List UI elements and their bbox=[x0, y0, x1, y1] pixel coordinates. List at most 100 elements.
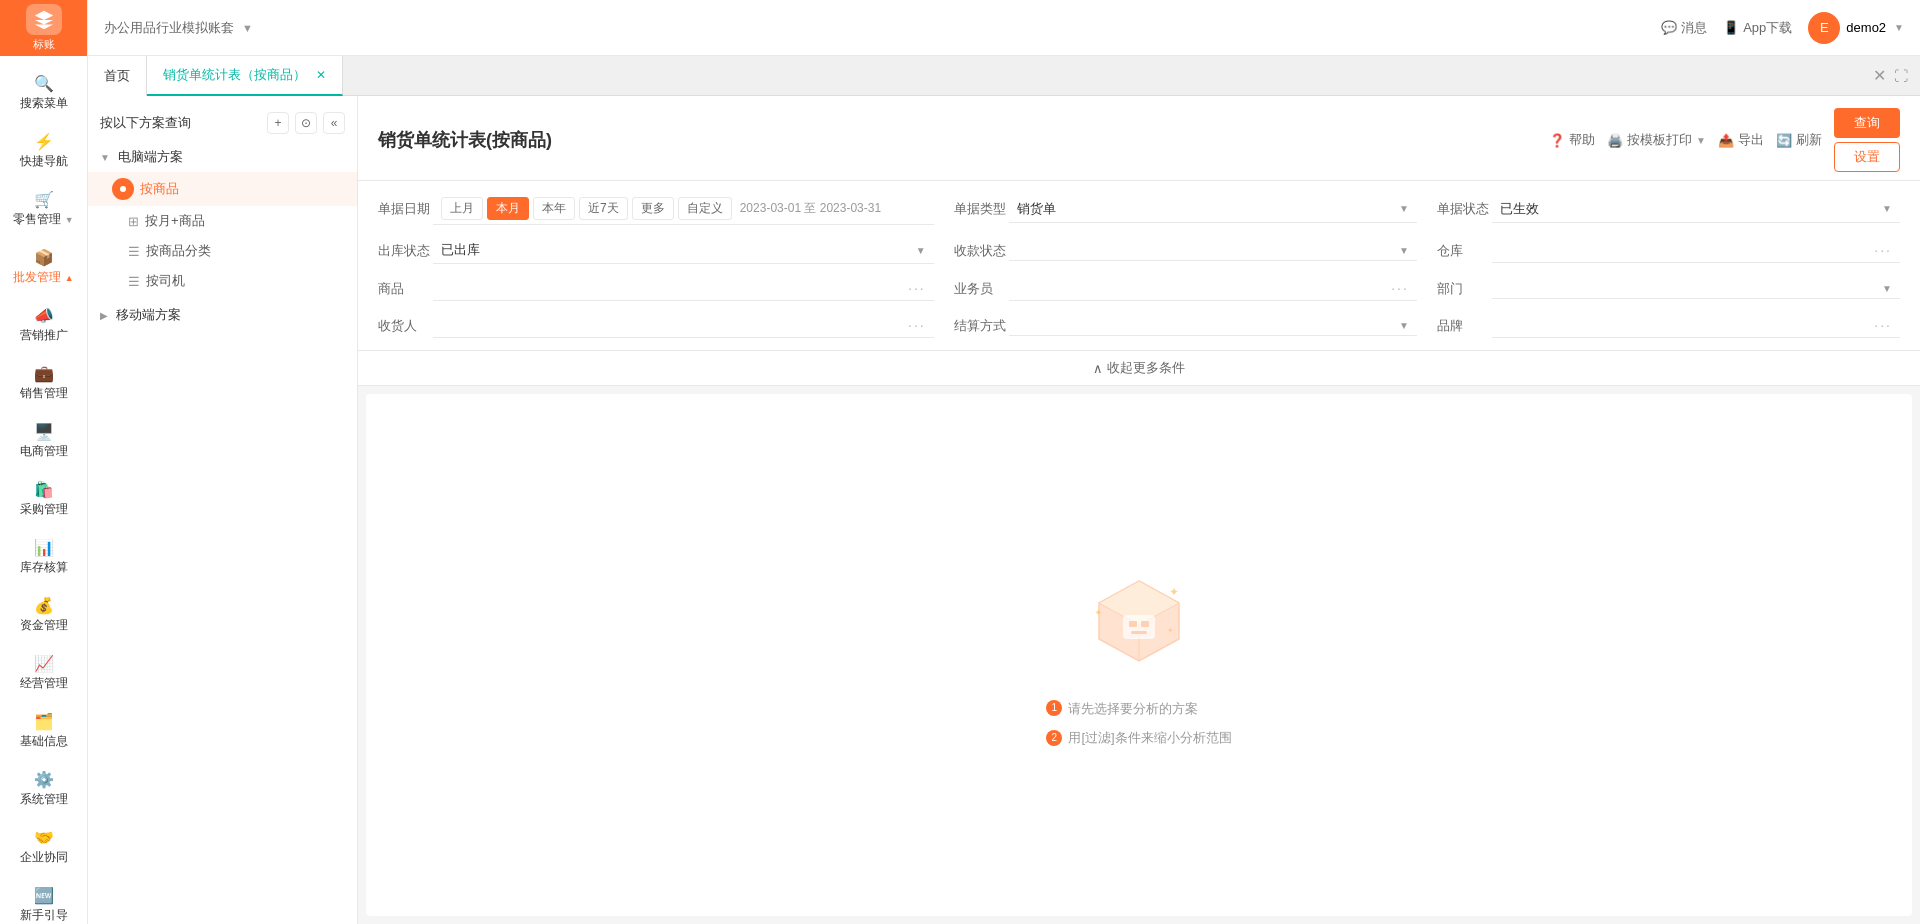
tree-item-by-month-product[interactable]: ⊞ 按月+商品 bbox=[88, 206, 357, 236]
filter-settlement: 结算方式 ▼ bbox=[954, 316, 1417, 336]
sidebar-item-operations[interactable]: 📈 经营管理 bbox=[4, 646, 84, 700]
logo-text: 标账 bbox=[33, 37, 55, 52]
stock-out-value[interactable]: 已出库 ▼ bbox=[433, 237, 934, 264]
receipt-label: 收款状态 bbox=[954, 242, 1009, 260]
brand-value[interactable]: ··· bbox=[1492, 313, 1900, 338]
product-value[interactable]: ··· bbox=[433, 276, 934, 301]
settings-button[interactable]: 设置 bbox=[1834, 142, 1900, 172]
dept-value[interactable]: ▼ bbox=[1492, 279, 1900, 299]
tab-expand-btn[interactable]: ⛶ bbox=[1894, 68, 1908, 84]
receiver-value[interactable]: ··· bbox=[433, 313, 934, 338]
tab-home[interactable]: 首页 bbox=[88, 56, 147, 96]
date-custom-btn[interactable]: 自定义 bbox=[678, 197, 732, 220]
sidebar-item-wholesale[interactable]: 📦 批发管理 ▲ bbox=[4, 240, 84, 294]
sidebar-item-marketing[interactable]: 📣 营销推广 bbox=[4, 298, 84, 352]
sidebar-item-system[interactable]: ⚙️ 系统管理 bbox=[4, 762, 84, 816]
sidebar-item-finance[interactable]: 💰 资金管理 bbox=[4, 588, 84, 642]
tree-item-by-category[interactable]: ☰ 按商品分类 bbox=[88, 236, 357, 266]
refresh-icon: 🔄 bbox=[1776, 133, 1792, 148]
empty-state: ✦ ✦ ✦ 1 请先选择要分析的方案 2 用[过滤]条件来缩小分析范围 bbox=[366, 394, 1912, 916]
empty-tips: 1 请先选择要分析的方案 2 用[过滤]条件来缩小分析范围 bbox=[1046, 697, 1231, 750]
date-this-month-btn[interactable]: 本月 bbox=[487, 197, 529, 220]
tab-close-window-btn[interactable]: ✕ bbox=[1873, 66, 1886, 85]
logo: 标账 bbox=[0, 0, 87, 56]
sidebar-item-retail[interactable]: 🛒 零售管理 ▼ bbox=[4, 182, 84, 236]
receipt-value[interactable]: ▼ bbox=[1009, 241, 1417, 261]
sidebar-item-sales[interactable]: 💼 销售管理 bbox=[4, 356, 84, 410]
message-icon: 💬 bbox=[1661, 20, 1677, 35]
print-dropdown-icon: ▼ bbox=[1696, 135, 1706, 146]
date-last-month-btn[interactable]: 上月 bbox=[441, 197, 483, 220]
filter-row-4: 收货人 ··· 结算方式 ▼ bbox=[378, 313, 1900, 338]
tab-controls: ✕ ⛶ bbox=[1861, 66, 1920, 85]
sidebar-item-enterprise[interactable]: 🤝 企业协同 bbox=[4, 820, 84, 874]
tabs-bar: 首页 销货单统计表（按商品） ✕ ✕ ⛶ bbox=[88, 56, 1920, 96]
date-more-btn[interactable]: 更多 bbox=[632, 197, 674, 220]
date-value[interactable]: 上月 本月 本年 近7天 更多 自定义 2023-03-01 至 2023-03… bbox=[433, 193, 934, 225]
refresh-btn[interactable]: 🔄 刷新 bbox=[1776, 131, 1822, 149]
svg-point-0 bbox=[120, 186, 126, 192]
help-btn[interactable]: ❓ 帮助 bbox=[1549, 131, 1595, 149]
settlement-label: 结算方式 bbox=[954, 317, 1009, 335]
warehouse-dots: ··· bbox=[1874, 242, 1892, 258]
dropdown-arrow-icon[interactable]: ▼ bbox=[242, 22, 253, 34]
salesman-dots: ··· bbox=[1391, 280, 1409, 296]
doc-status-label: 单据状态 bbox=[1437, 200, 1492, 218]
brand-dots: ··· bbox=[1874, 317, 1892, 333]
salesman-value[interactable]: ··· bbox=[1009, 276, 1417, 301]
svg-rect-6 bbox=[1141, 621, 1149, 627]
add-scheme-btn[interactable]: + bbox=[267, 112, 289, 134]
tree-section-mobile[interactable]: ▶ 移动端方案 bbox=[88, 300, 357, 330]
warehouse-label: 仓库 bbox=[1437, 242, 1492, 260]
settlement-value[interactable]: ▼ bbox=[1009, 316, 1417, 336]
svg-text:✦: ✦ bbox=[1094, 607, 1102, 618]
page-actions: ❓ 帮助 🖨️ 按模板打印 ▼ 📤 导出 � bbox=[1549, 108, 1900, 172]
sidebar-item-inventory[interactable]: 📊 库存核算 bbox=[4, 530, 84, 584]
tab-close-btn[interactable]: ✕ bbox=[316, 68, 326, 82]
filter-warehouse: 仓库 ··· bbox=[1437, 238, 1900, 263]
sidebar-item-guide[interactable]: 🆕 新手引导 bbox=[4, 878, 84, 924]
tree-icon-cashier: ☰ bbox=[128, 274, 140, 289]
dept-chevron-icon: ▼ bbox=[1882, 283, 1892, 294]
print-btn[interactable]: 🖨️ 按模板打印 ▼ bbox=[1607, 131, 1706, 149]
collapse-panel-btn[interactable]: « bbox=[323, 112, 345, 134]
tree-item-by-product[interactable]: 按商品 bbox=[88, 172, 357, 206]
tab-sales-stat[interactable]: 销货单统计表（按商品） ✕ bbox=[147, 56, 343, 96]
sidebar: 标账 🔍 搜索菜单 ⚡ 快捷导航 🛒 零售管理 ▼ 📦 批发管理 ▲ 📣 营销推… bbox=[0, 0, 88, 924]
sidebar-item-ecommerce[interactable]: 🖥️ 电商管理 bbox=[4, 414, 84, 468]
filter-row-1: 单据日期 上月 本月 本年 近7天 更多 自定义 2023-03-01 至 20… bbox=[378, 193, 1900, 225]
date-controls: 上月 本月 本年 近7天 更多 自定义 bbox=[441, 197, 732, 220]
export-icon: 📤 bbox=[1718, 133, 1734, 148]
tab-home-label: 首页 bbox=[104, 67, 130, 85]
topbar-left: 办公用品行业模拟账套 ▼ bbox=[104, 19, 253, 37]
left-panel-tools: + ⊙ « bbox=[267, 112, 345, 134]
tree-section-pc[interactable]: ▼ 电脑端方案 bbox=[88, 142, 357, 172]
empty-icon: ✦ ✦ ✦ bbox=[1079, 561, 1199, 681]
date-this-year-btn[interactable]: 本年 bbox=[533, 197, 575, 220]
sidebar-item-shortcut[interactable]: ⚡ 快捷导航 bbox=[4, 124, 84, 178]
sidebar-item-purchase[interactable]: 🛍️ 采购管理 bbox=[4, 472, 84, 526]
edit-scheme-btn[interactable]: ⊙ bbox=[295, 112, 317, 134]
tree-item-by-cashier[interactable]: ☰ 按司机 bbox=[88, 266, 357, 296]
app-download-btn[interactable]: 📱 App下载 bbox=[1723, 19, 1792, 37]
doc-type-chevron-icon: ▼ bbox=[1399, 203, 1409, 214]
doc-type-label: 单据类型 bbox=[954, 200, 1009, 218]
query-settings-group: 查询 设置 bbox=[1834, 108, 1900, 172]
tree-item-by-product-label: 按商品 bbox=[140, 180, 179, 198]
avatar: E bbox=[1808, 12, 1840, 44]
user-profile[interactable]: E demo2 ▼ bbox=[1808, 12, 1904, 44]
topbar: 办公用品行业模拟账套 ▼ 💬 消息 📱 App下载 E demo2 ▼ bbox=[88, 0, 1920, 56]
date-7days-btn[interactable]: 近7天 bbox=[579, 197, 628, 220]
brand-label: 品牌 bbox=[1437, 317, 1492, 335]
sidebar-item-basic[interactable]: 🗂️ 基础信息 bbox=[4, 704, 84, 758]
doc-status-value[interactable]: 已生效 ▼ bbox=[1492, 196, 1900, 223]
tree-item-month-label: 按月+商品 bbox=[145, 212, 205, 230]
doc-type-value[interactable]: 销货单 ▼ bbox=[1009, 196, 1417, 223]
collapse-filters-btn[interactable]: ∧ 收起更多条件 bbox=[358, 351, 1920, 386]
query-button[interactable]: 查询 bbox=[1834, 108, 1900, 138]
message-btn[interactable]: 💬 消息 bbox=[1661, 19, 1707, 37]
sidebar-item-search[interactable]: 🔍 搜索菜单 bbox=[4, 66, 84, 120]
doc-status-chevron-icon: ▼ bbox=[1882, 203, 1892, 214]
warehouse-value[interactable]: ··· bbox=[1492, 238, 1900, 263]
export-btn[interactable]: 📤 导出 bbox=[1718, 131, 1764, 149]
